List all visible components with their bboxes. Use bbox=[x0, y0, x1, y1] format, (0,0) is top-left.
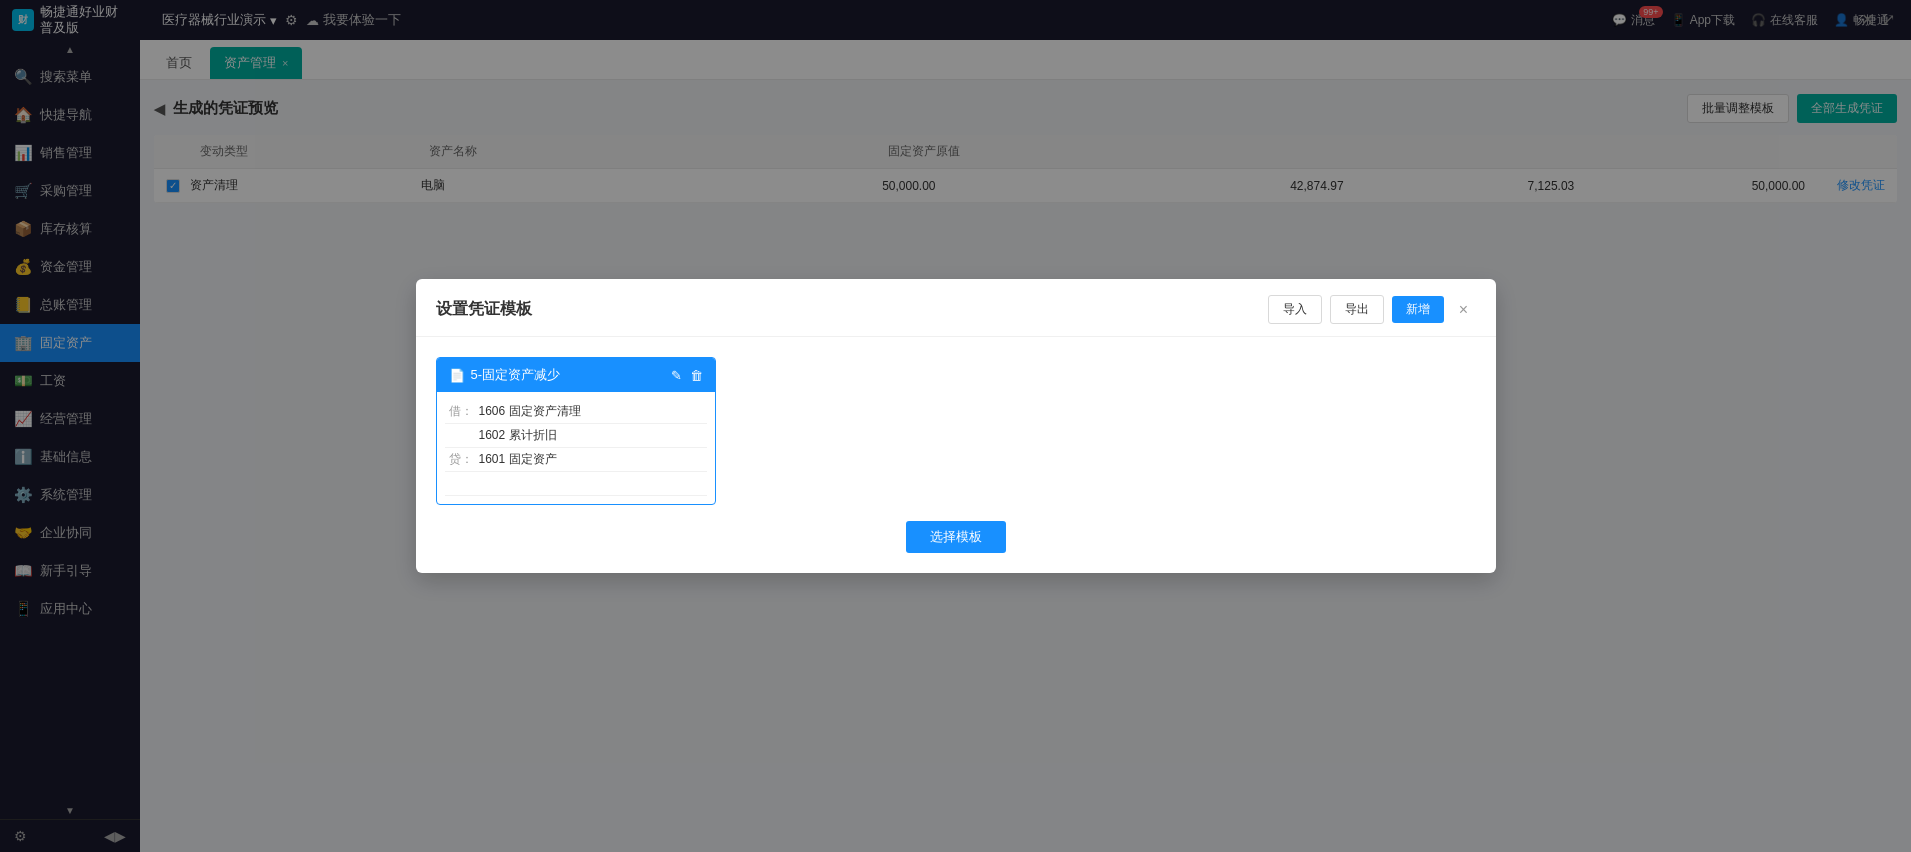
export-button[interactable]: 导出 bbox=[1330, 295, 1384, 324]
dialog-header: 设置凭证模板 导入 导出 新增 × bbox=[416, 279, 1496, 337]
dialog-title: 设置凭证模板 bbox=[436, 299, 532, 320]
debit-name-text-1: 固定资产清理 bbox=[509, 404, 581, 418]
set-template-dialog: 设置凭证模板 导入 导出 新增 × 📄 5-固定资产减少 ✎ 🗑 bbox=[416, 279, 1496, 573]
dialog-header-actions: 导入 导出 新增 × bbox=[1268, 295, 1476, 324]
debit-entry-2: 借： 1602 累计折旧 bbox=[445, 424, 707, 448]
credit-label-1: 贷： bbox=[449, 451, 479, 468]
debit-account-1: 1606 固定资产清理 bbox=[479, 403, 607, 420]
template-card-actions: ✎ 🗑 bbox=[671, 368, 703, 383]
template-edit-icon[interactable]: ✎ bbox=[671, 368, 682, 383]
template-card-header-left: 📄 5-固定资产减少 bbox=[449, 366, 561, 384]
select-template-button[interactable]: 选择模板 bbox=[906, 521, 1006, 553]
debit-label-1: 借： bbox=[449, 403, 479, 420]
dialog-body: 📄 5-固定资产减少 ✎ 🗑 借： 1606 bbox=[416, 337, 1496, 573]
template-card: 📄 5-固定资产减少 ✎ 🗑 借： 1606 bbox=[436, 357, 716, 505]
select-template-area: 选择模板 bbox=[436, 521, 1476, 553]
credit-account-1: 1601 固定资产 bbox=[479, 451, 607, 468]
debit-code-2: 1602 bbox=[479, 428, 506, 442]
credit-name-text-1: 固定资产 bbox=[509, 452, 557, 466]
template-card-body: 借： 1606 固定资产清理 借： bbox=[437, 392, 715, 504]
template-empty-row bbox=[445, 472, 707, 496]
import-button[interactable]: 导入 bbox=[1268, 295, 1322, 324]
template-doc-icon: 📄 bbox=[449, 368, 465, 383]
credit-entry-1: 贷： 1601 固定资产 bbox=[445, 448, 707, 472]
new-button[interactable]: 新增 bbox=[1392, 296, 1444, 323]
debit-entry-1: 借： 1606 固定资产清理 bbox=[445, 400, 707, 424]
close-icon[interactable]: × bbox=[1452, 298, 1476, 322]
debit-code-1: 1606 bbox=[479, 404, 506, 418]
debit-name-text-2: 累计折旧 bbox=[509, 428, 557, 442]
debit-account-2: 1602 累计折旧 bbox=[479, 427, 607, 444]
template-name: 5-固定资产减少 bbox=[471, 366, 561, 384]
credit-code-1: 1601 bbox=[479, 452, 506, 466]
template-card-header: 📄 5-固定资产减少 ✎ 🗑 bbox=[437, 358, 715, 392]
overlay[interactable]: 设置凭证模板 导入 导出 新增 × 📄 5-固定资产减少 ✎ 🗑 bbox=[0, 0, 1911, 852]
template-delete-icon[interactable]: 🗑 bbox=[690, 368, 703, 383]
